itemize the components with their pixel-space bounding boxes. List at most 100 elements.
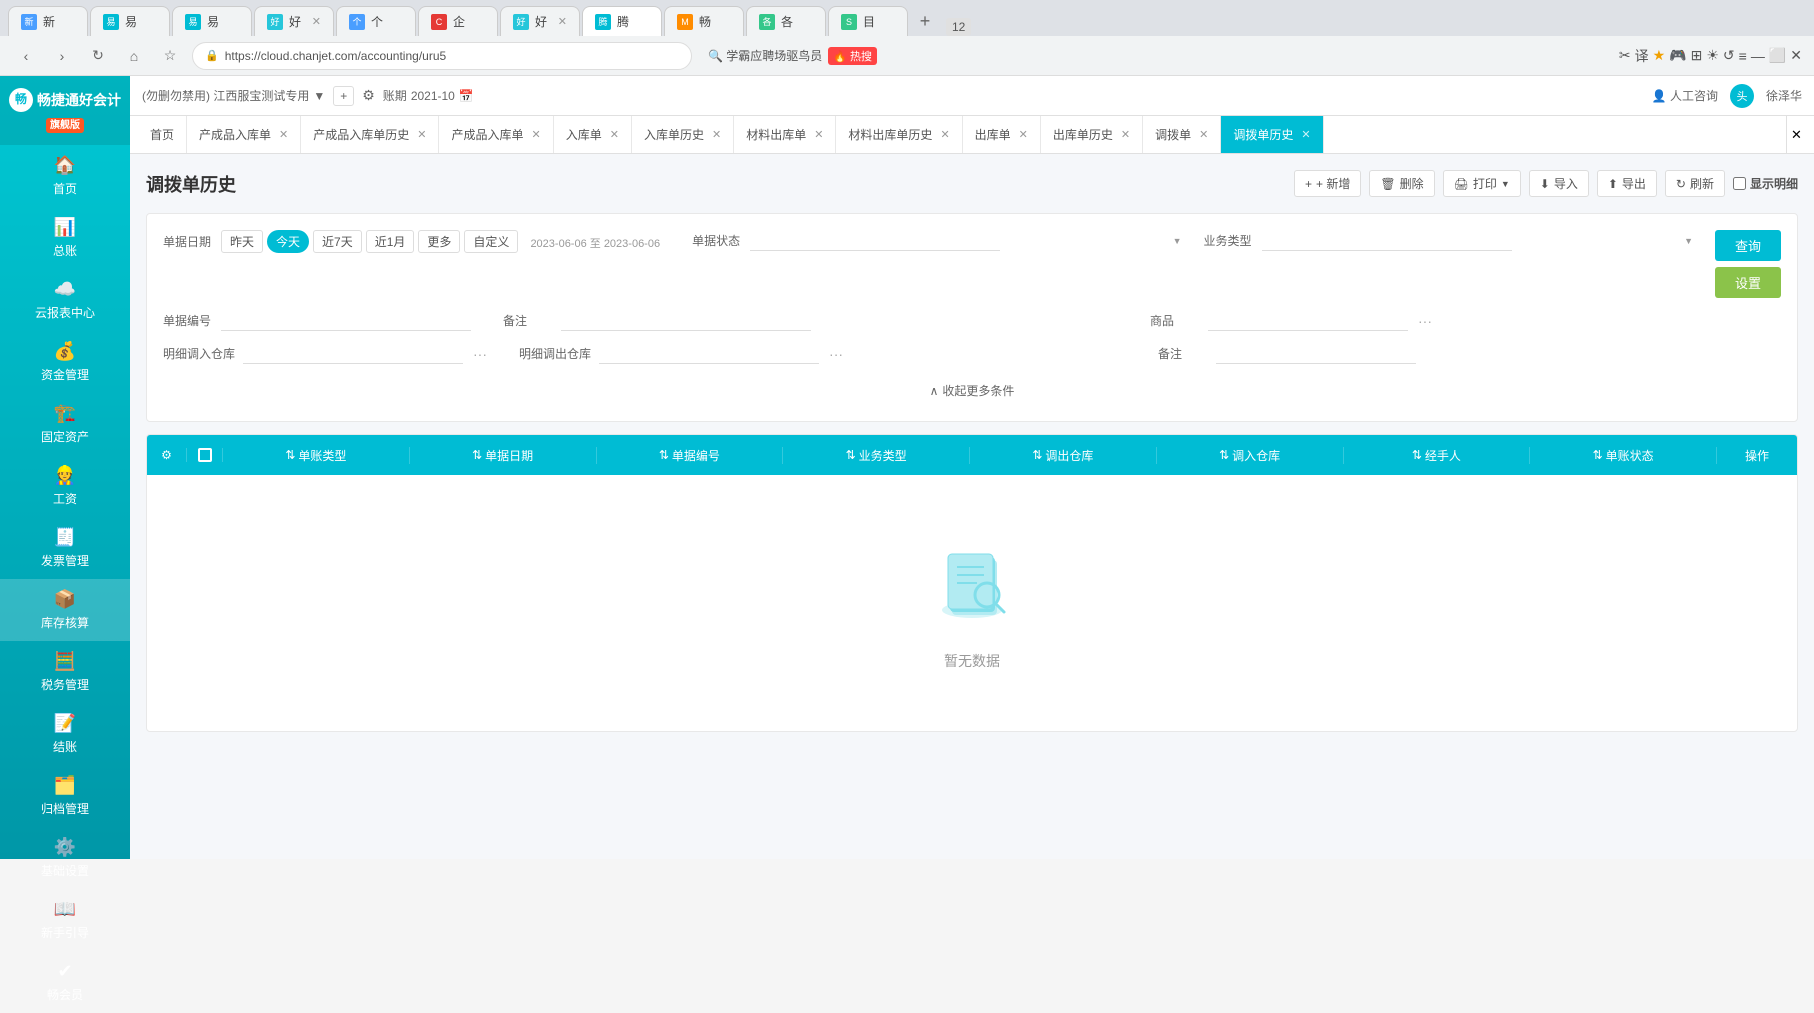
biz-select[interactable] [1262, 230, 1512, 251]
date-btn-7days[interactable]: 近7天 [313, 230, 362, 253]
query-button[interactable]: 查询 [1715, 230, 1781, 261]
collapse-button[interactable]: ∧ 收起更多条件 [163, 376, 1781, 405]
sidebar-item-ledger[interactable]: 📊 总账 [0, 207, 130, 269]
refresh-button[interactable]: ↻ 刷新 [1665, 170, 1725, 197]
page-tab-6[interactable]: 材料出库单 ✕ [734, 116, 836, 154]
browser-tab-t1[interactable]: 新 新 [8, 6, 88, 36]
sidebar-item-tax[interactable]: 🧮 税务管理 [0, 641, 130, 703]
date-btn-custom[interactable]: 自定义 [464, 230, 518, 253]
browser-tab-t5[interactable]: 个 个 [336, 6, 416, 36]
page-tab-6-close[interactable]: ✕ [814, 128, 823, 141]
page-tab-5-close[interactable]: ✕ [712, 128, 721, 141]
browser-tab-t9[interactable]: M 畅 [664, 6, 744, 36]
sidebar-item-home[interactable]: 🏠 首页 [0, 145, 130, 207]
order-no-input[interactable] [221, 310, 471, 331]
new-tab-button[interactable]: + [910, 6, 940, 36]
th-order-status[interactable]: ⇅ 单账状态 [1530, 447, 1717, 464]
delete-button[interactable]: 🗑 删除 [1369, 170, 1434, 197]
sidebar-item-guide[interactable]: 📖 新手引导 [0, 889, 130, 951]
close-browser-icon[interactable]: ✕ [1790, 47, 1802, 64]
sidebar-item-salary[interactable]: 👷 工资 [0, 455, 130, 517]
page-tab-5[interactable]: 入库单历史 ✕ [632, 116, 734, 154]
th-out-warehouse[interactable]: ⇅ 调出仓库 [970, 447, 1157, 464]
bookmark-button[interactable]: ☆ [156, 42, 184, 70]
company-selector[interactable]: (勿删勿禁用) 江西服宝测试专用 ▼ [142, 87, 325, 104]
new-button[interactable]: + + 新增 [1294, 170, 1361, 197]
page-tab-1[interactable]: 产成品入库单 ✕ [187, 116, 301, 154]
page-tab-2[interactable]: 产成品入库单历史 ✕ [301, 116, 439, 154]
sidebar-item-member[interactable]: ✔ 畅会员 [0, 951, 130, 1013]
th-settings[interactable]: ⚙ [147, 448, 187, 462]
page-tab-7[interactable]: 材料出库单历史 ✕ [836, 116, 962, 154]
page-tab-3[interactable]: 产成品入库单 ✕ [439, 116, 553, 154]
page-tab-3-close[interactable]: ✕ [532, 128, 541, 141]
remark-input[interactable] [561, 310, 811, 331]
user-service-link[interactable]: 👤 人工咨询 [1652, 87, 1718, 104]
url-bar[interactable]: 🔒 https://cloud.chanjet.com/accounting/u… [192, 42, 692, 70]
page-tab-11[interactable]: 调拨单历史 ✕ [1221, 116, 1323, 154]
page-tab-8-close[interactable]: ✕ [1019, 128, 1028, 141]
page-tab-8[interactable]: 出库单 ✕ [963, 116, 1041, 154]
th-checkbox[interactable] [187, 448, 223, 462]
maximize-icon[interactable]: ⬜ [1769, 47, 1786, 64]
company-settings-icon[interactable]: ⚙ [362, 87, 375, 104]
th-in-warehouse[interactable]: ⇅ 调入仓库 [1157, 447, 1344, 464]
browser-tab-t7[interactable]: 好 好 ✕ [500, 6, 580, 36]
page-tab-4[interactable]: 入库单 ✕ [554, 116, 632, 154]
page-tab-9[interactable]: 出库单历史 ✕ [1041, 116, 1143, 154]
import-button[interactable]: ⬇ 导入 [1529, 170, 1589, 197]
add-company-button[interactable]: + [333, 86, 354, 106]
browser-tab-t10[interactable]: 各 各 [746, 6, 826, 36]
status-select-wrapper[interactable] [750, 230, 1187, 251]
th-biz-type[interactable]: ⇅ 业务类型 [783, 447, 970, 464]
sidebar-item-funds[interactable]: 💰 资金管理 [0, 331, 130, 393]
page-tab-2-close[interactable]: ✕ [417, 128, 426, 141]
in-warehouse-input[interactable] [243, 343, 463, 364]
browser-tab-t11[interactable]: S 目 [828, 6, 908, 36]
page-tab-10[interactable]: 调拨单 ✕ [1143, 116, 1221, 154]
th-date[interactable]: ⇅ 单据日期 [410, 447, 597, 464]
forward-button[interactable]: › [48, 42, 76, 70]
out-warehouse-input[interactable] [599, 343, 819, 364]
browser-tab-t2[interactable]: 易 易 [90, 6, 170, 36]
sidebar-item-close[interactable]: 📝 结账 [0, 703, 130, 765]
display-checkbox[interactable] [1733, 177, 1746, 190]
sidebar-item-invoice[interactable]: 🧾 发票管理 [0, 517, 130, 579]
tabs-more-button[interactable]: ✕ [1786, 116, 1806, 154]
note2-input[interactable] [1216, 343, 1416, 364]
th-handler[interactable]: ⇅ 经手人 [1344, 447, 1531, 464]
th-order-type[interactable]: ⇅ 单账类型 [223, 447, 410, 464]
back-button[interactable]: ‹ [12, 42, 40, 70]
reload-button[interactable]: ↻ [84, 42, 112, 70]
page-tab-9-close[interactable]: ✕ [1121, 128, 1130, 141]
set-button[interactable]: 设置 [1715, 267, 1781, 298]
goods-input[interactable] [1208, 310, 1408, 331]
status-select[interactable] [750, 230, 1000, 251]
sidebar-item-reports[interactable]: ☁️ 云报表中心 [0, 269, 130, 331]
page-tab-4-close[interactable]: ✕ [610, 128, 619, 141]
select-all-checkbox[interactable] [198, 448, 212, 462]
in-warehouse-dots[interactable]: ··· [473, 346, 487, 362]
sidebar-item-settings[interactable]: ⚙️ 基础设置 [0, 827, 130, 889]
date-btn-1month[interactable]: 近1月 [366, 230, 415, 253]
page-tab-10-close[interactable]: ✕ [1199, 128, 1208, 141]
biz-select-wrapper[interactable] [1262, 230, 1699, 251]
page-tab-1-close[interactable]: ✕ [279, 128, 288, 141]
menu-icon[interactable]: ≡ [1739, 48, 1747, 64]
sidebar-item-archive[interactable]: 🗂️ 归档管理 [0, 765, 130, 827]
date-btn-today[interactable]: 今天 [267, 230, 309, 253]
date-btn-yesterday[interactable]: 昨天 [221, 230, 263, 253]
page-tab-home[interactable]: 首页 [138, 116, 187, 154]
browser-tab-t4[interactable]: 好 好 ✕ [254, 6, 334, 36]
sidebar-item-assets[interactable]: 🏗️ 固定资产 [0, 393, 130, 455]
close-icon-t7[interactable]: ✕ [558, 15, 567, 28]
th-order-no[interactable]: ⇅ 单据编号 [597, 447, 784, 464]
date-btn-more[interactable]: 更多 [418, 230, 460, 253]
sidebar-item-inventory[interactable]: 📦 库存核算 [0, 579, 130, 641]
display-toggle[interactable]: 显示明细 [1733, 175, 1798, 192]
goods-dots[interactable]: ··· [1418, 313, 1432, 329]
page-tab-7-close[interactable]: ✕ [940, 128, 949, 141]
page-tab-11-close[interactable]: ✕ [1301, 128, 1310, 141]
browser-tab-t6[interactable]: C 企 [418, 6, 498, 36]
browser-tab-t3[interactable]: 易 易 [172, 6, 252, 36]
